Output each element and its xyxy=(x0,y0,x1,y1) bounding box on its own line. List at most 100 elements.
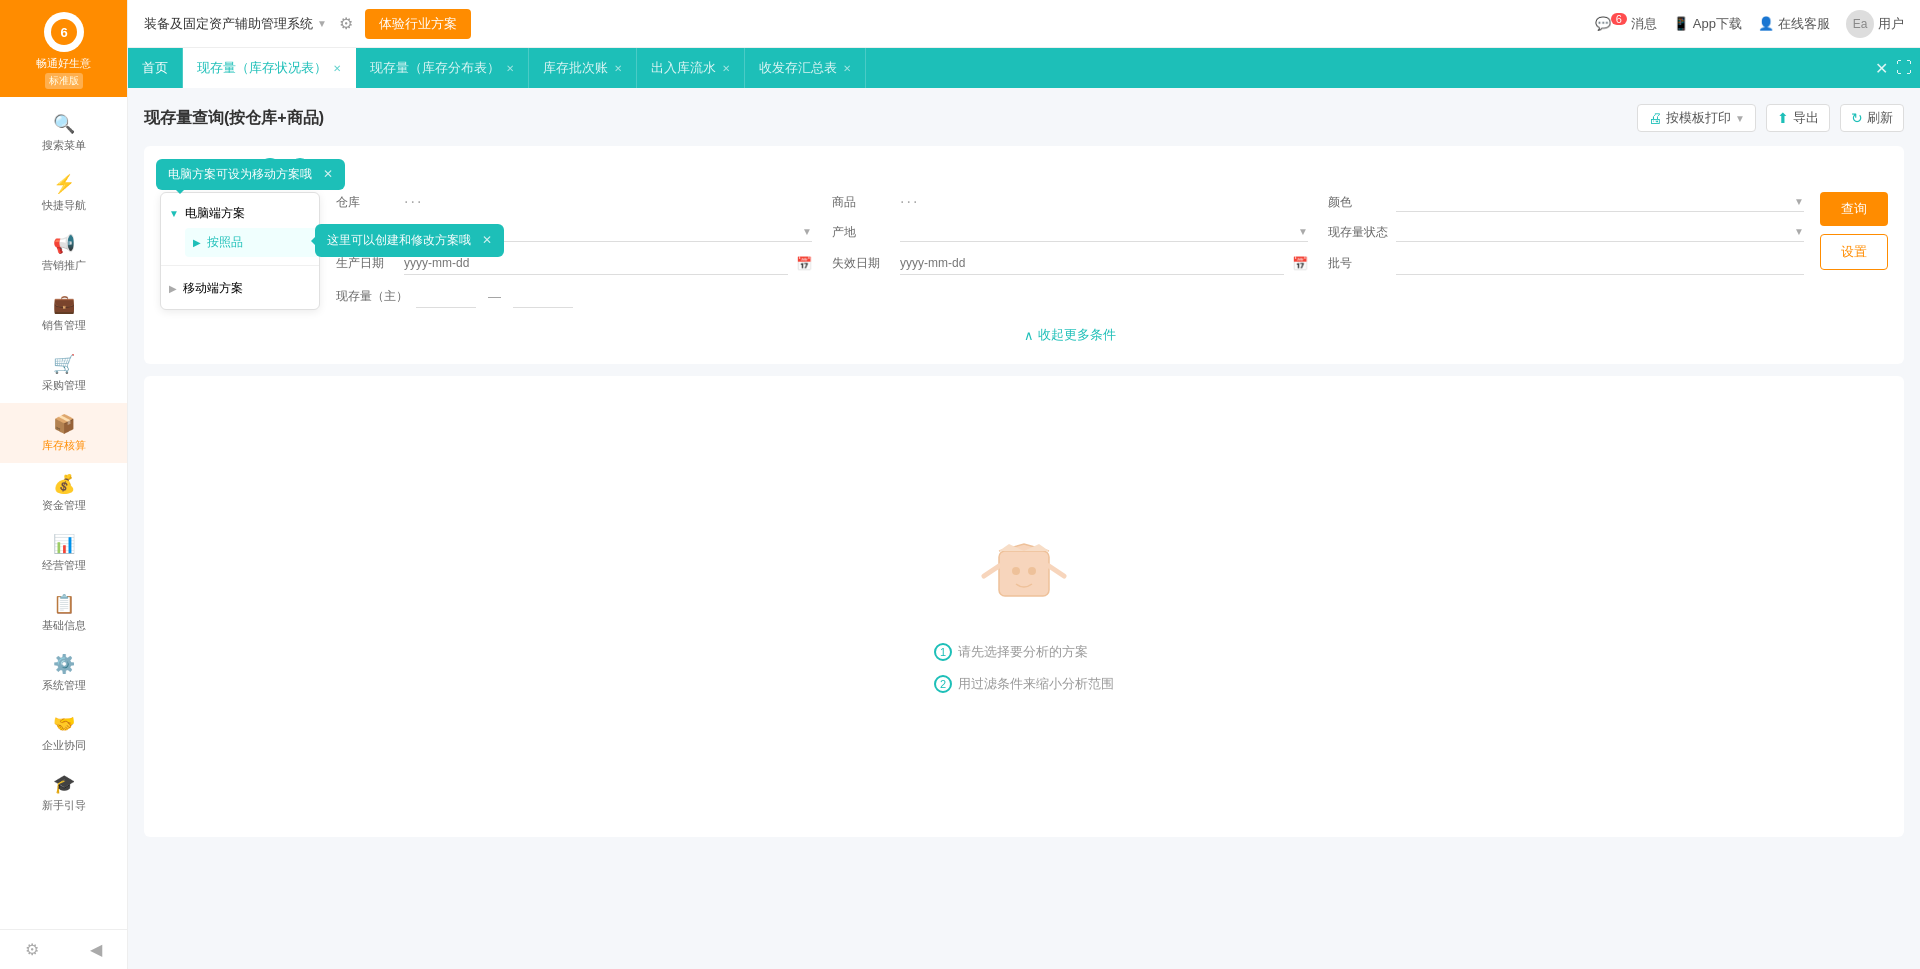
collapse-sidebar-icon[interactable]: ◀ xyxy=(90,940,102,959)
sidebar: 6 畅通好生意 标准版 🔍 搜索菜单 ⚡ 快捷导航 📢 营销推广 💼 销售管理 … xyxy=(0,0,128,969)
close-all-tabs-icon[interactable]: ✕ xyxy=(1875,59,1888,78)
expire-date-calendar-icon[interactable]: 📅 xyxy=(1292,256,1308,271)
produce-date-calendar-icon[interactable]: 📅 xyxy=(796,256,812,271)
app-download-button[interactable]: 📱 App下载 xyxy=(1673,15,1742,33)
sidebar-item-quick[interactable]: ⚡ 快捷导航 xyxy=(0,163,127,223)
sidebar-item-purchase[interactable]: 🛒 采购管理 xyxy=(0,343,127,403)
collapse-conditions-button[interactable]: ∧ 收起更多条件 xyxy=(336,318,1804,352)
empty-tips: 1 请先选择要分析的方案 2 用过滤条件来缩小分析范围 xyxy=(934,639,1114,697)
print-label: 按模板打印 xyxy=(1666,109,1731,127)
sidebar-item-basic[interactable]: 📋 基础信息 xyxy=(0,583,127,643)
tab-close-receivable-summary[interactable]: ✕ xyxy=(843,63,851,74)
filter-product: 商品 ··· xyxy=(832,192,1308,212)
export-label: 导出 xyxy=(1793,109,1819,127)
expire-date-input[interactable] xyxy=(900,252,1284,275)
operation-icon: 📊 xyxy=(53,533,75,555)
stock-main-input-start[interactable] xyxy=(416,285,476,308)
print-dropdown-icon: ▼ xyxy=(1735,113,1745,124)
sidebar-item-enterprise[interactable]: 🤝 企业协同 xyxy=(0,703,127,763)
tip-number-2: 2 xyxy=(934,675,952,693)
tab-batch-ledger[interactable]: 库存批次账 ✕ xyxy=(529,48,637,88)
tab-inventory-dist[interactable]: 现存量（库存分布表） ✕ xyxy=(356,48,529,88)
stock-status-select[interactable]: ▼ xyxy=(1396,222,1804,242)
search-button[interactable]: 查询 xyxy=(1820,192,1888,226)
empty-tip-2: 2 用过滤条件来缩小分析范围 xyxy=(934,671,1114,697)
filter-color: 颜色 ▼ xyxy=(1328,192,1804,212)
scheme-item-pc[interactable]: ▼ 电脑端方案 xyxy=(161,199,319,228)
sidebar-item-finance[interactable]: 💰 资金管理 xyxy=(0,463,127,523)
edit-scheme-tooltip-text: 这里可以创建和修改方案哦 xyxy=(327,233,471,247)
tab-receivable-summary[interactable]: 收发存汇总表 ✕ xyxy=(745,48,866,88)
tab-close-batch-ledger[interactable]: ✕ xyxy=(614,63,622,74)
origin-select[interactable]: ▼ xyxy=(900,222,1308,242)
scheme-item-mobile-label: 移动端方案 xyxy=(183,280,243,297)
sidebar-item-marketing[interactable]: 📢 营销推广 xyxy=(0,223,127,283)
user-menu-button[interactable]: Ea 用户 xyxy=(1846,10,1904,38)
sidebar-label-search: 搜索菜单 xyxy=(42,138,86,153)
service-icon: 👤 xyxy=(1758,16,1774,31)
marketing-icon: 📢 xyxy=(53,233,75,255)
sidebar-item-inventory[interactable]: 📦 库存核算 xyxy=(0,403,127,463)
phone-icon: 📱 xyxy=(1673,16,1689,31)
sidebar-label-sales: 销售管理 xyxy=(42,318,86,333)
scheme-item-mobile[interactable]: ▶ 移动端方案 xyxy=(161,274,319,303)
batch-input[interactable] xyxy=(1396,252,1804,275)
tab-inout-flow[interactable]: 出入库流水 ✕ xyxy=(637,48,745,88)
tab-close-inout-flow[interactable]: ✕ xyxy=(722,63,730,74)
filter-panel: 按以下方案查询 + ⊙ ← 电脑方案可设为移动方案哦 ✕ ▼ 电脑端方案 xyxy=(144,146,1904,364)
refresh-label: 刷新 xyxy=(1867,109,1893,127)
reset-button[interactable]: 设置 xyxy=(1820,234,1888,270)
svg-point-4 xyxy=(1028,567,1036,575)
add-scheme-tooltip-close[interactable]: ✕ xyxy=(323,167,333,181)
topbar-gear-icon[interactable]: ⚙ xyxy=(339,14,353,33)
app-download-label: App下载 xyxy=(1693,15,1742,33)
finance-icon: 💰 xyxy=(53,473,75,495)
expand-tab-icon[interactable]: ⛶ xyxy=(1896,59,1912,77)
system-title-selector[interactable]: 装备及固定资产辅助管理系统 ▼ xyxy=(144,15,327,33)
color-select[interactable]: ▼ xyxy=(1396,192,1804,212)
topbar-left: 装备及固定资产辅助管理系统 ▼ ⚙ 体验行业方案 xyxy=(144,9,471,39)
product-dots[interactable]: ··· xyxy=(900,193,919,211)
logo-icon: 6 xyxy=(44,12,84,52)
filter-warehouse: 仓库 ··· xyxy=(336,192,812,212)
tab-home[interactable]: 首页 xyxy=(128,48,183,88)
industry-solution-button[interactable]: 体验行业方案 xyxy=(365,9,471,39)
sidebar-item-search[interactable]: 🔍 搜索菜单 xyxy=(0,103,127,163)
filter-stock-status: 现存量状态 ▼ xyxy=(1328,222,1804,242)
online-service-button[interactable]: 👤 在线客服 xyxy=(1758,15,1830,33)
message-button[interactable]: 💬 6 消息 xyxy=(1595,15,1657,33)
logo-tag: 标准版 xyxy=(45,73,83,89)
sidebar-item-operation[interactable]: 📊 经营管理 xyxy=(0,523,127,583)
empty-svg xyxy=(974,516,1074,616)
svg-point-3 xyxy=(1012,567,1020,575)
warehouse-dots[interactable]: ··· xyxy=(404,193,423,211)
settings-icon[interactable]: ⚙ xyxy=(25,940,39,959)
export-button[interactable]: ⬆ 导出 xyxy=(1766,104,1830,132)
scheme-sub-item-default[interactable]: ▶ 按照品 xyxy=(185,228,319,257)
tab-close-inventory-status[interactable]: ✕ xyxy=(333,63,341,74)
refresh-button[interactable]: ↻ 刷新 xyxy=(1840,104,1904,132)
filter-fields: 仓库 ··· 商品 ··· 颜色 ▼ xyxy=(336,192,1804,352)
sidebar-item-guide[interactable]: 🎓 新手引导 xyxy=(0,763,127,823)
search-icon: 🔍 xyxy=(53,113,75,135)
sidebar-nav: 🔍 搜索菜单 ⚡ 快捷导航 📢 营销推广 💼 销售管理 🛒 采购管理 📦 库存核… xyxy=(0,97,127,929)
svg-rect-2 xyxy=(999,551,1049,596)
edit-scheme-tooltip-close[interactable]: ✕ xyxy=(482,233,492,247)
print-button[interactable]: 🖨 按模板打印 ▼ xyxy=(1637,104,1756,132)
stock-main-input-end[interactable] xyxy=(513,285,573,308)
collapse-label: 收起更多条件 xyxy=(1038,326,1116,344)
main-area: 装备及固定资产辅助管理系统 ▼ ⚙ 体验行业方案 💬 6 消息 📱 App下载 … xyxy=(128,0,1920,969)
stock-main-sep: — xyxy=(488,289,501,304)
tip-number-1: 1 xyxy=(934,643,952,661)
purchase-icon: 🛒 xyxy=(53,353,75,375)
sidebar-item-sales[interactable]: 💼 销售管理 xyxy=(0,283,127,343)
tab-inventory-status[interactable]: 现存量（库存状况表） ✕ xyxy=(183,48,356,88)
sidebar-item-system[interactable]: ⚙️ 系统管理 xyxy=(0,643,127,703)
origin-label: 产地 xyxy=(832,224,892,241)
tab-close-inventory-dist[interactable]: ✕ xyxy=(506,63,514,74)
sidebar-label-system: 系统管理 xyxy=(42,678,86,693)
scheme-divider xyxy=(161,265,319,266)
tip-text-1: 请先选择要分析的方案 xyxy=(958,639,1088,665)
sidebar-label-purchase: 采购管理 xyxy=(42,378,86,393)
stock-status-label: 现存量状态 xyxy=(1328,224,1388,241)
